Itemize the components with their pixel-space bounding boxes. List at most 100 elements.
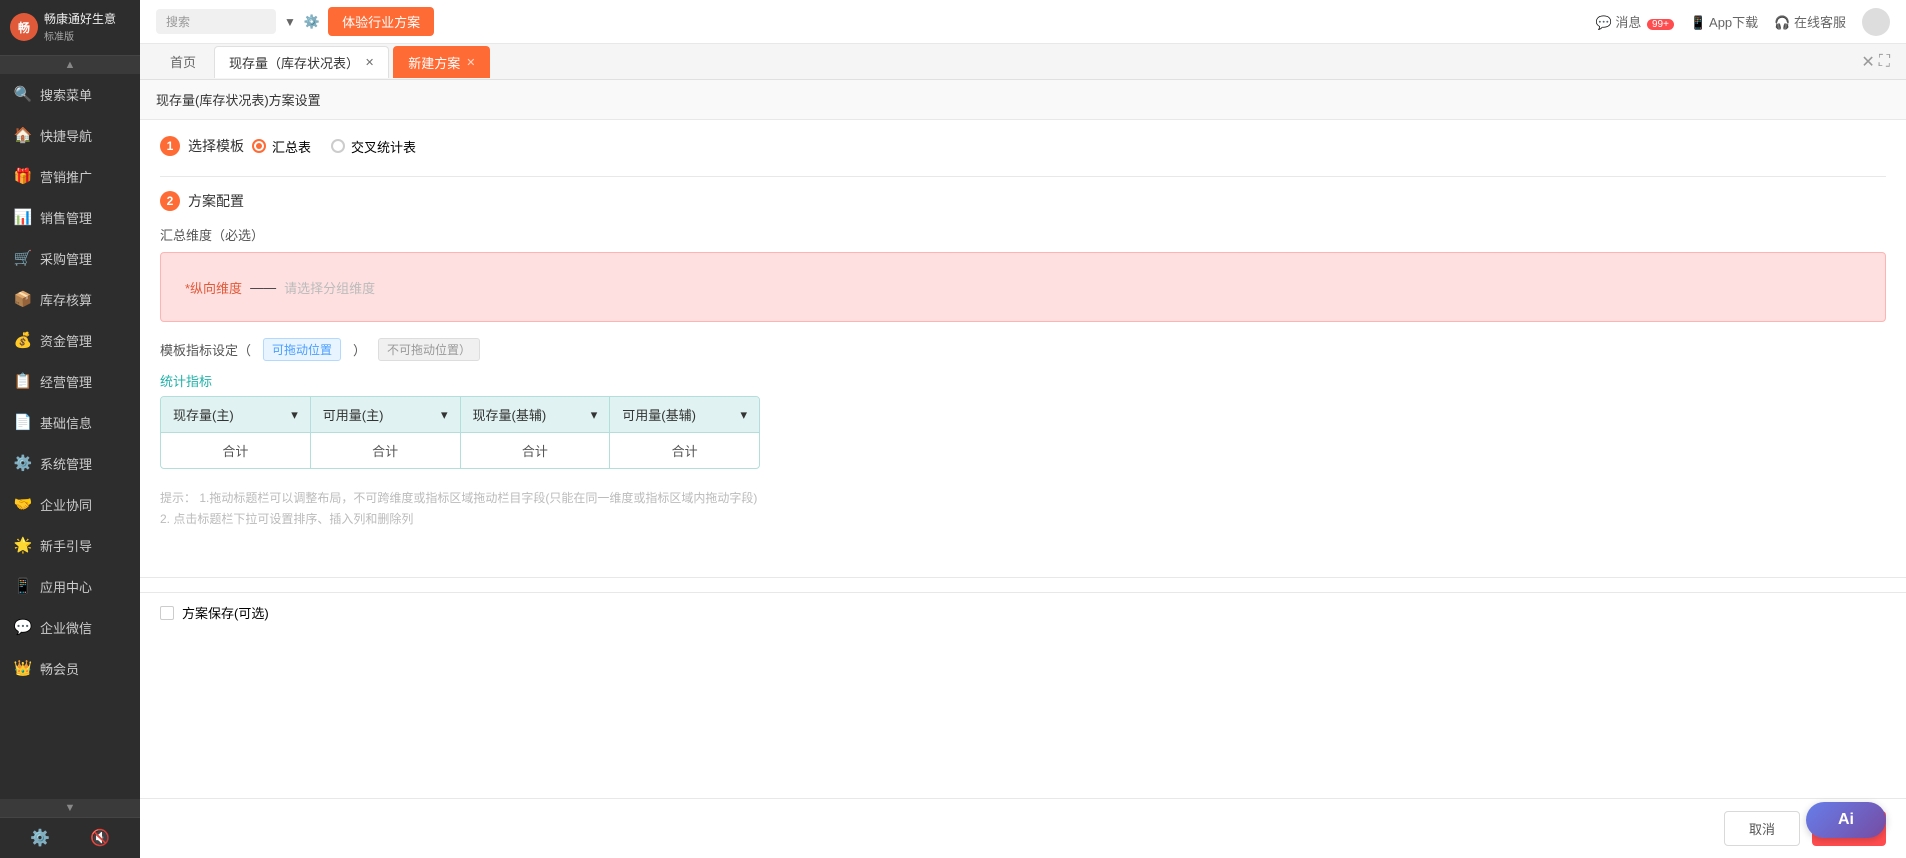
step2-block: 2 方案配置 汇总维度（必选） *纵向维度 —— 请选择分组维度 模板指标设定（…: [160, 191, 1886, 527]
stats-cell-1-3: 合计: [461, 433, 611, 468]
tab-inventory-close-icon[interactable]: ✕: [365, 56, 374, 69]
enterprise-icon: 🤝: [14, 495, 32, 513]
dimension-config-area[interactable]: *纵向维度 —— 请选择分组维度: [160, 252, 1886, 322]
tabs-close-button[interactable]: ✕: [1861, 52, 1874, 72]
indicator-settings-label: 模板指标设定（ 可拖动位置 ） 不可拖动位置）: [160, 338, 1886, 361]
stats-table-header: 现存量(主) ▾ 可用量(主) ▾ 现存量(基辅) ▾: [161, 397, 759, 432]
sidebar-item-inventory[interactable]: 📦 库存核算: [0, 279, 140, 320]
radio-summary-circle: [252, 139, 266, 153]
sidebar-item-marketing[interactable]: 🎁 营销推广: [0, 156, 140, 197]
step1-block: 1 选择模板 汇总表 交叉统计表: [160, 136, 1886, 156]
sidebar-bottom: ⚙️ 🔇: [0, 817, 140, 858]
indicator-settings-text: 模板指标设定（: [160, 340, 251, 359]
tab-new-plan-close-icon[interactable]: ✕: [466, 56, 475, 69]
audio-icon[interactable]: 🔇: [90, 828, 110, 848]
sidebar-item-finance[interactable]: 💰 资金管理: [0, 320, 140, 361]
logo-icon: 畅: [10, 13, 38, 41]
stats-col-3-dropdown[interactable]: ▾: [591, 407, 598, 423]
sidebar-item-wechat[interactable]: 💬 企业微信: [0, 607, 140, 648]
sidebar-item-guide[interactable]: 🌟 新手引导: [0, 525, 140, 566]
step1-title: 选择模板: [188, 136, 244, 156]
sales-icon: 📊: [14, 208, 32, 226]
app-download-link[interactable]: 📱 App下载: [1690, 12, 1758, 31]
stats-cell-1-2: 合计: [311, 433, 461, 468]
app-center-label: 应用中心: [40, 577, 92, 596]
sidebar-scroll-up[interactable]: ▲: [0, 56, 140, 74]
logo: 畅 畅康通好生意 标准版: [0, 0, 140, 56]
radio-summary[interactable]: 汇总表: [252, 137, 311, 156]
tab-home[interactable]: 首页: [156, 46, 210, 77]
sidebar-item-purchase[interactable]: 🛒 采购管理: [0, 238, 140, 279]
badge-not-draggable: 不可拖动位置）: [378, 338, 480, 361]
vertical-dim-label: *纵向维度: [185, 278, 242, 297]
tab-new-plan-label: 新建方案: [408, 53, 460, 72]
tab-new-plan[interactable]: 新建方案 ✕: [393, 46, 490, 78]
tabs-bar: 首页 现存量（库存状况表） ✕ 新建方案 ✕ ✕ ⛶: [140, 44, 1906, 80]
stats-col-3-label: 现存量(基辅): [473, 405, 547, 424]
stats-col-1-dropdown[interactable]: ▾: [291, 407, 298, 423]
cancel-button[interactable]: 取消: [1724, 811, 1800, 846]
base-info-icon: 📄: [14, 413, 32, 431]
trial-button[interactable]: 体验行业方案: [328, 7, 434, 36]
radio-cross[interactable]: 交叉统计表: [331, 137, 416, 156]
quick-nav-icon: 🏠: [14, 126, 32, 144]
stats-col-2-dropdown[interactable]: ▾: [441, 407, 448, 423]
tabs-expand-button[interactable]: ⛶: [1879, 53, 1890, 71]
stats-col-1-header[interactable]: 现存量(主) ▾: [161, 397, 311, 432]
summary-dim-label: 汇总维度（必选）: [160, 225, 1886, 244]
topbar-left: 搜索 ▼ ⚙️ 体验行业方案: [156, 7, 1584, 36]
system-icon: ⚙️: [14, 454, 32, 472]
operation-icon: 📋: [14, 372, 32, 390]
quick-nav-label: 快捷导航: [40, 126, 92, 145]
topbar-search-display: 搜索: [156, 9, 276, 34]
sidebar-item-base-info[interactable]: 📄 基础信息: [0, 402, 140, 443]
finance-icon: 💰: [14, 331, 32, 349]
indicator-settings: 模板指标设定（ 可拖动位置 ） 不可拖动位置） 统计指标 现存量(主) ▾: [160, 338, 1886, 527]
topbar-gear-icon[interactable]: ⚙️: [304, 14, 320, 30]
divider-1: [160, 176, 1886, 177]
logo-text: 畅康通好生意: [44, 12, 116, 28]
sidebar-item-quick-nav[interactable]: 🏠 快捷导航: [0, 115, 140, 156]
sidebar-item-member[interactable]: 👑 畅会员: [0, 648, 140, 689]
stats-col-2-label: 可用量(主): [323, 405, 384, 424]
sidebar: 畅 畅康通好生意 标准版 ▲ 🔍 搜索菜单 🏠 快捷导航 🎁 营销推广 📊 销售…: [0, 0, 140, 858]
step2-num: 2: [160, 191, 180, 211]
online-service-link[interactable]: 🎧 在线客服: [1774, 12, 1846, 31]
marketing-icon: 🎁: [14, 167, 32, 185]
radio-cross-circle: [331, 139, 345, 153]
stats-cell-1-1: 合计: [161, 433, 311, 468]
sidebar-scroll-down[interactable]: ▼: [0, 799, 140, 817]
system-label: 系统管理: [40, 454, 92, 473]
sidebar-item-sales[interactable]: 📊 销售管理: [0, 197, 140, 238]
sidebar-item-system[interactable]: ⚙️ 系统管理: [0, 443, 140, 484]
sidebar-item-enterprise[interactable]: 🤝 企业协同: [0, 484, 140, 525]
stats-col-2-header[interactable]: 可用量(主) ▾: [311, 397, 461, 432]
save-section: 方案保存(可选): [140, 592, 1906, 632]
stats-col-4-label: 可用量(基辅): [622, 405, 696, 424]
sidebar-item-search-menu[interactable]: 🔍 搜索菜单: [0, 74, 140, 115]
settings-icon[interactable]: ⚙️: [30, 828, 50, 848]
member-icon: 👑: [14, 659, 32, 677]
sidebar-item-operation[interactable]: 📋 经营管理: [0, 361, 140, 402]
user-avatar[interactable]: [1862, 8, 1890, 36]
sales-label: 销售管理: [40, 208, 92, 227]
message-icon[interactable]: 💬 消息 99+: [1596, 12, 1674, 31]
stats-col-4-header[interactable]: 可用量(基辅) ▾: [610, 397, 759, 432]
topbar-dropdown-icon[interactable]: ▼: [284, 15, 296, 29]
divider-2: [140, 577, 1906, 578]
tab-inventory-status[interactable]: 现存量（库存状况表） ✕: [214, 46, 389, 78]
dim-placeholder: 请选择分组维度: [284, 278, 375, 297]
operation-label: 经营管理: [40, 372, 92, 391]
message-label: 消息: [1615, 15, 1641, 30]
member-label: 畅会员: [40, 659, 79, 678]
sidebar-item-app-center[interactable]: 📱 应用中心: [0, 566, 140, 607]
save-checkbox[interactable]: [160, 606, 174, 620]
stats-col-4-dropdown[interactable]: ▾: [740, 407, 747, 423]
stats-col-3-header[interactable]: 现存量(基辅) ▾: [461, 397, 611, 432]
stats-cell-1-4: 合计: [610, 433, 759, 468]
ai-float-button[interactable]: Ai: [1806, 802, 1886, 838]
page-title: 现存量(库存状况表)方案设置: [156, 90, 321, 109]
topbar-right: 💬 消息 99+ 📱 App下载 🎧 在线客服: [1596, 8, 1890, 36]
search-menu-icon: 🔍: [14, 85, 32, 103]
app-center-icon: 📱: [14, 577, 32, 595]
